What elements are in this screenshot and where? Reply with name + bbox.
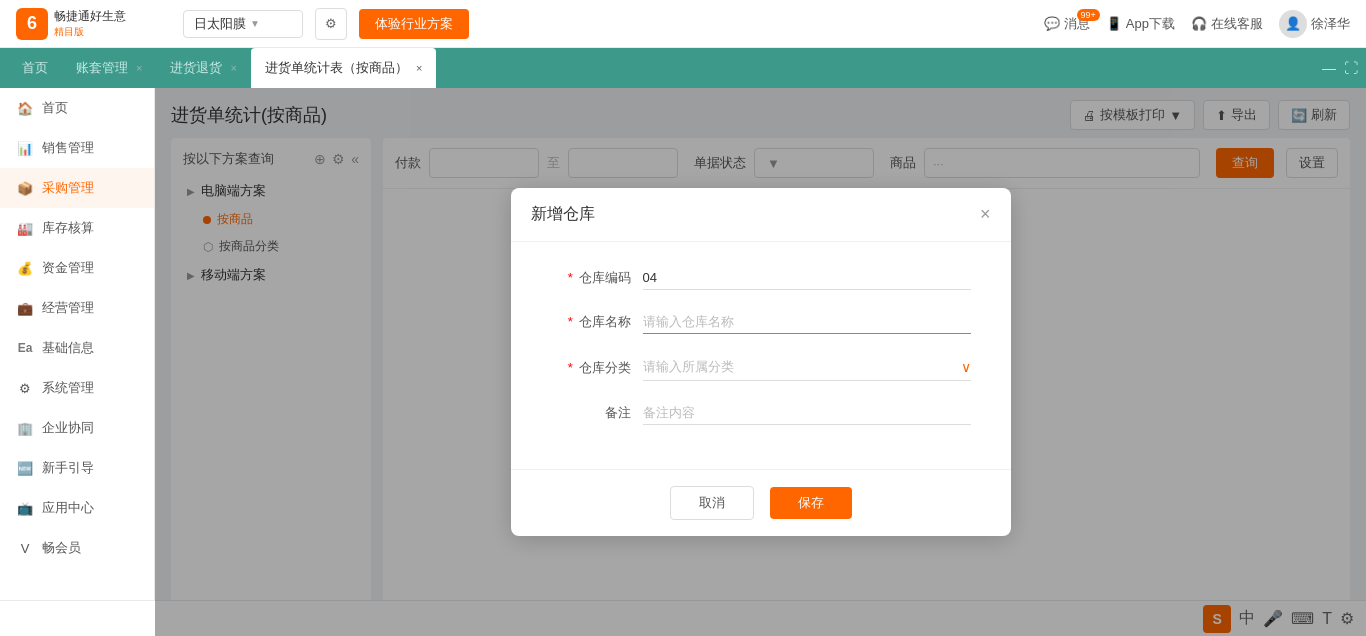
tab-close-account[interactable]: ×: [136, 62, 142, 74]
sidebar-item-enterprise[interactable]: 🏢 企业协同: [0, 408, 154, 448]
chevron-down-icon: ▼: [250, 18, 260, 29]
sidebar-item-vip[interactable]: V 畅会员: [0, 528, 154, 568]
sidebar-item-system[interactable]: ⚙ 系统管理: [0, 368, 154, 408]
tab-minimize-icon[interactable]: —: [1322, 60, 1336, 76]
note-label: 备注: [551, 404, 631, 422]
sidebar: 🏠 首页 📊 销售管理 📦 采购管理 🏭 库存核算 💰 资金管理 💼 经营管理 …: [0, 88, 155, 636]
message-icon: 💬: [1044, 16, 1060, 31]
sidebar-item-basic-info[interactable]: Ea 基础信息: [0, 328, 154, 368]
modal-close-icon[interactable]: ×: [980, 204, 991, 225]
modal-body: * 仓库编码 * 仓库名称 *: [511, 242, 1011, 469]
online-service-item[interactable]: 🎧 在线客服: [1191, 15, 1263, 33]
box-icon: 📦: [16, 179, 34, 197]
avatar: 👤: [1279, 10, 1307, 38]
company-icon: 🏢: [16, 419, 34, 437]
phone-icon: 📱: [1106, 16, 1122, 31]
headset-icon: 🎧: [1191, 16, 1207, 31]
form-row-note: 备注: [551, 401, 971, 425]
warehouse-code-input[interactable]: [643, 266, 971, 290]
category-select[interactable]: 请输入所属分类 ∨: [643, 354, 971, 381]
save-button[interactable]: 保存: [770, 487, 852, 519]
code-label: * 仓库编码: [551, 269, 631, 287]
top-right-actions: 💬 消息 99+ 📱 App下载 🎧 在线客服 👤 徐泽华: [1044, 10, 1350, 38]
tab-account[interactable]: 账套管理 ×: [62, 48, 156, 88]
modal-footer: 取消 保存: [511, 469, 1011, 536]
warehouse-name-input[interactable]: [643, 310, 971, 334]
tab-bar: 首页 账套管理 × 进货退货 × 进货单统计表（按商品） × — ⛶: [0, 48, 1366, 88]
money-icon: 💰: [16, 259, 34, 277]
tab-home[interactable]: 首页: [8, 48, 62, 88]
category-select-arrow-icon: ∨: [961, 359, 971, 375]
category-label: * 仓库分类: [551, 359, 631, 377]
form-row-code: * 仓库编码: [551, 266, 971, 290]
sidebar-item-home[interactable]: 🏠 首页: [0, 88, 154, 128]
tab-expand-icon[interactable]: ⛶: [1344, 60, 1358, 76]
gear-icon: ⚙: [16, 379, 34, 397]
tab-purchase-stats[interactable]: 进货单统计表（按商品） ×: [251, 48, 436, 88]
user-menu[interactable]: 👤 徐泽华: [1279, 10, 1350, 38]
trial-button[interactable]: 体验行业方案: [359, 9, 469, 39]
form-row-category: * 仓库分类 请输入所属分类 ∨: [551, 354, 971, 381]
modal-overlay: 新增仓库 × * 仓库编码 * 仓库名称: [155, 88, 1366, 636]
warehouse-icon: 🏭: [16, 219, 34, 237]
sidebar-item-finance[interactable]: 💰 资金管理: [0, 248, 154, 288]
store-selector[interactable]: 日太阳膜 ▼: [183, 10, 303, 38]
sidebar-item-operations[interactable]: 💼 经营管理: [0, 288, 154, 328]
sidebar-item-sales[interactable]: 📊 销售管理: [0, 128, 154, 168]
tab-purchase-return[interactable]: 进货退货 ×: [156, 48, 250, 88]
modal-title: 新增仓库: [531, 204, 595, 225]
sidebar-item-purchase[interactable]: 📦 采购管理: [0, 168, 154, 208]
app-download-item[interactable]: 📱 App下载: [1106, 15, 1175, 33]
briefcase-icon: 💼: [16, 299, 34, 317]
app-logo-icon: 6: [16, 8, 48, 40]
modal-new-warehouse: 新增仓库 × * 仓库编码 * 仓库名称: [511, 188, 1011, 536]
logo-area: 6 畅捷通好生意 精目版: [16, 8, 171, 40]
apps-icon: 📺: [16, 499, 34, 517]
guide-icon: 🆕: [16, 459, 34, 477]
chart-icon: 📊: [16, 139, 34, 157]
home-icon: 🏠: [16, 99, 34, 117]
modal-header: 新增仓库 ×: [511, 188, 1011, 242]
note-input[interactable]: [643, 401, 971, 425]
main-layout: 🏠 首页 📊 销售管理 📦 采购管理 🏭 库存核算 💰 资金管理 💼 经营管理 …: [0, 88, 1366, 636]
form-row-name: * 仓库名称: [551, 310, 971, 334]
info-icon: Ea: [16, 339, 34, 357]
logo-text: 畅捷通好生意 精目版: [54, 8, 126, 39]
tab-close-purchase-stats[interactable]: ×: [416, 62, 422, 74]
sidebar-item-inventory[interactable]: 🏭 库存核算: [0, 208, 154, 248]
top-bar: 6 畅捷通好生意 精目版 日太阳膜 ▼ ⚙ 体验行业方案 💬 消息 99+ 📱 …: [0, 0, 1366, 48]
cancel-button[interactable]: 取消: [670, 486, 754, 520]
notification-item[interactable]: 💬 消息 99+: [1044, 15, 1090, 33]
tab-close-purchase-return[interactable]: ×: [230, 62, 236, 74]
name-label: * 仓库名称: [551, 313, 631, 331]
settings-icon[interactable]: ⚙: [315, 8, 347, 40]
vip-icon: V: [16, 539, 34, 557]
page-content: 进货单统计(按商品) 🖨 按模板打印 ▼ ⬆ 导出 🔄 刷新: [155, 88, 1366, 636]
tab-bar-actions: — ⛶: [1322, 60, 1358, 76]
sidebar-item-guide[interactable]: 🆕 新手引导: [0, 448, 154, 488]
sidebar-item-apps[interactable]: 📺 应用中心: [0, 488, 154, 528]
